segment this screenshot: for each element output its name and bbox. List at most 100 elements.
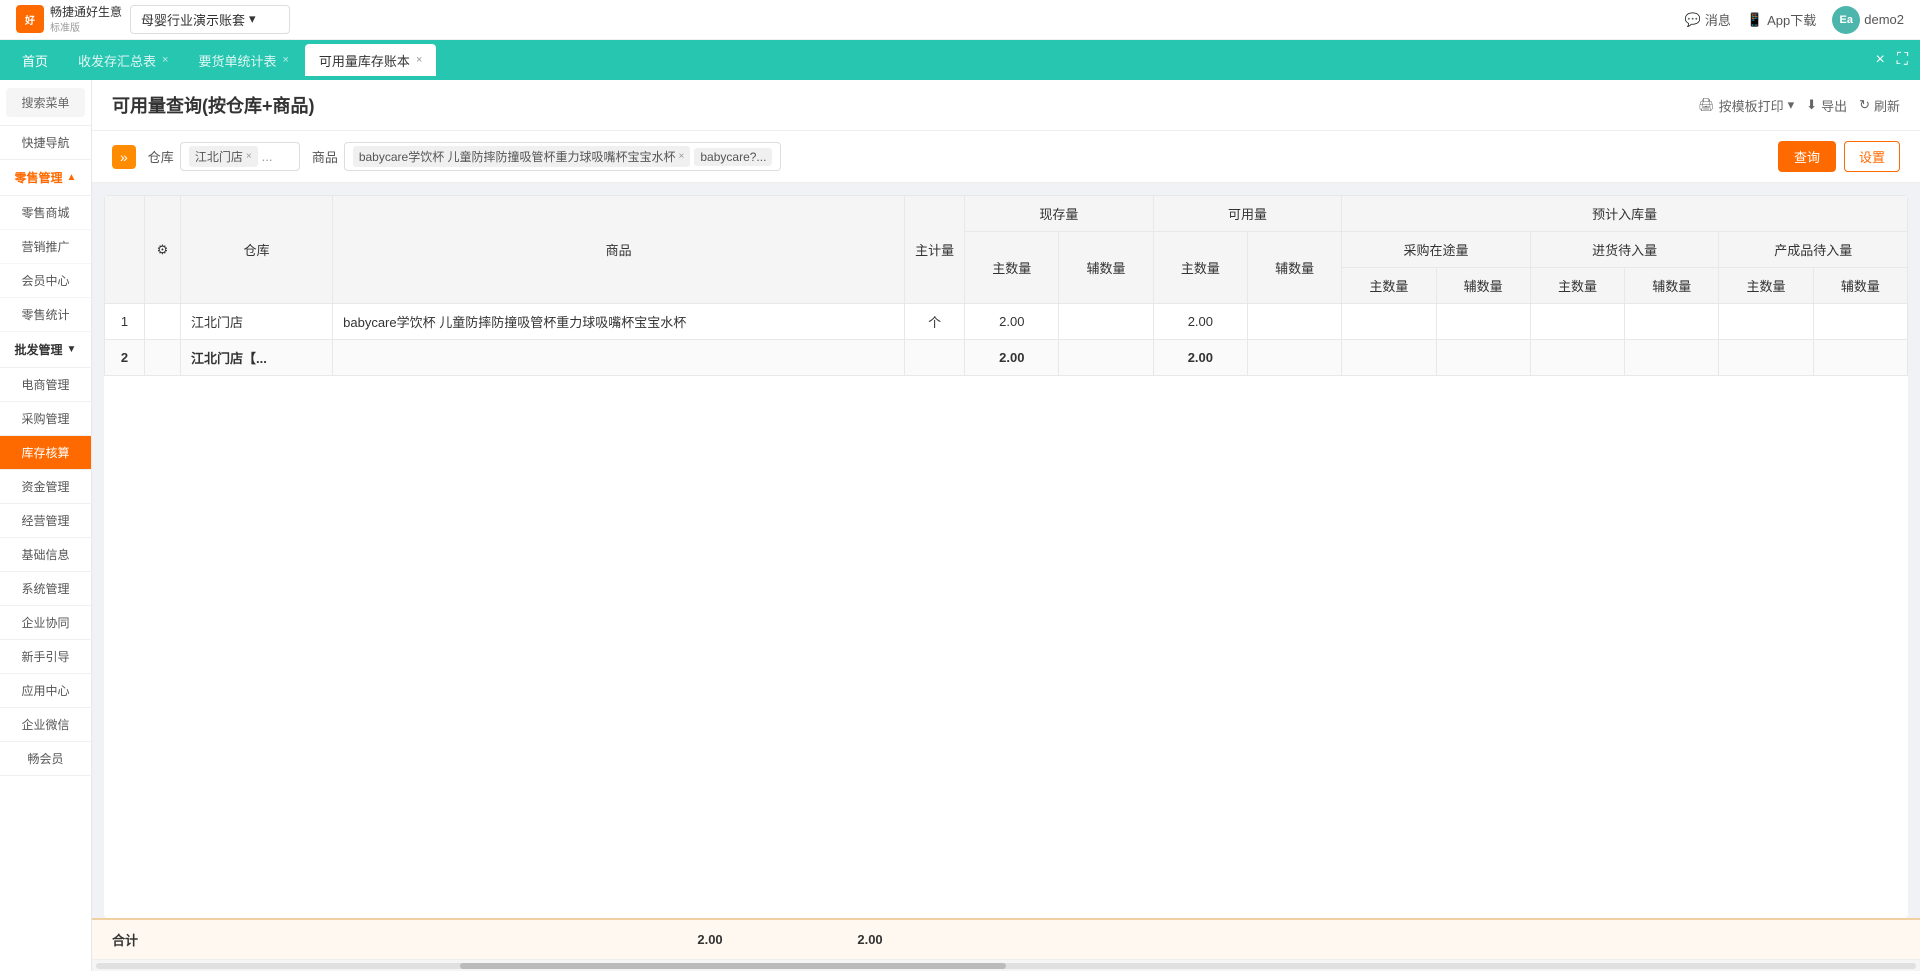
sidebar-item-inventory-check[interactable]: 库存核算 <box>0 436 91 470</box>
app-name: 畅捷通好生意 <box>50 5 122 19</box>
export-icon: ⬇ <box>1806 97 1817 113</box>
search-menu-button[interactable]: 搜索菜单 <box>6 88 85 117</box>
summary-row: 合计 2.00 2.00 <box>92 918 1920 959</box>
filter-toggle-button[interactable]: » <box>112 145 136 169</box>
app-edition: 标准版 <box>50 19 122 34</box>
page-title-row: 可用量查询(按仓库+商品) 🖨 按模板打印 ▾ ⬇ 导出 ↻ 刷新 <box>112 92 1900 118</box>
td-fin-aux <box>1813 304 1907 340</box>
td-unit: 个 <box>905 304 965 340</box>
tab-close-available[interactable]: × <box>416 54 422 66</box>
th-inc-main: 主数量 <box>1530 268 1624 304</box>
th-index <box>105 196 145 304</box>
fullscreen-button[interactable]: ⛶ <box>1893 47 1912 73</box>
inventory-table: ⚙ 仓库 商品 主计量 现存量 可用量 预计入库量 主数量 辅数量 主数量 辅数… <box>104 195 1908 376</box>
table-row: 1 江北门店 babycare学饮杯 儿童防摔防撞吸管杯重力球吸嘴杯宝宝水杯 个… <box>105 304 1908 340</box>
scrollbar-thumb <box>460 963 1006 969</box>
sidebar-item-retail-mall[interactable]: 零售商城 <box>0 196 91 230</box>
td-pur-aux-2 <box>1436 340 1530 376</box>
td-fin-aux-2 <box>1813 340 1907 376</box>
user-profile[interactable]: Ea demo2 <box>1832 6 1904 34</box>
settings-button[interactable]: 设置 <box>1844 141 1900 172</box>
td-avail-main: 2.00 <box>1153 304 1247 340</box>
tab-order[interactable]: 要货单统计表 × <box>184 44 302 76</box>
warehouse-tag-container[interactable]: 江北门店 × ... <box>180 142 300 171</box>
close-window-button[interactable]: × <box>1871 47 1888 73</box>
export-button[interactable]: ⬇ 导出 <box>1806 96 1847 115</box>
bottom-scrollbar[interactable] <box>92 959 1920 971</box>
message-button[interactable]: 💬 消息 <box>1685 10 1731 29</box>
warehouse-ellipsis[interactable]: ... <box>262 149 273 164</box>
th-avail-main: 主数量 <box>1153 232 1247 304</box>
sidebar-search-area: 搜索菜单 <box>0 80 91 126</box>
td-unit-2 <box>905 340 965 376</box>
nav-tabs-right-actions: × ⛶ <box>1871 47 1912 73</box>
sidebar-item-member[interactable]: 畅会员 <box>0 742 91 776</box>
th-fin-main: 主数量 <box>1719 268 1813 304</box>
th-planned-in: 预计入库量 <box>1342 196 1908 232</box>
td-index: 1 <box>105 304 145 340</box>
avatar: Ea <box>1832 6 1860 34</box>
th-purchase-on-way: 采购在途量 <box>1342 232 1531 268</box>
summary-avail-main: 2.00 <box>830 932 910 947</box>
th-fin-aux: 辅数量 <box>1813 268 1907 304</box>
sidebar-item-basic-info[interactable]: 基础信息 <box>0 538 91 572</box>
download-icon: 📱 <box>1747 12 1763 28</box>
sidebar-item-system-mgmt[interactable]: 系统管理 <box>0 572 91 606</box>
sidebar-item-enterprise-wechat[interactable]: 企业微信 <box>0 708 91 742</box>
sidebar-item-purchase-mgmt[interactable]: 采购管理 <box>0 402 91 436</box>
sidebar-item-ecommerce-mgmt[interactable]: 电商管理 <box>0 368 91 402</box>
sidebar-item-app-center[interactable]: 应用中心 <box>0 674 91 708</box>
scrollbar-track <box>96 963 1916 969</box>
app-logo-icon: 好 <box>16 5 44 33</box>
warehouse-tag-remove[interactable]: × <box>246 151 252 162</box>
content-area: 可用量查询(按仓库+商品) 🖨 按模板打印 ▾ ⬇ 导出 ↻ 刷新 <box>92 80 1920 971</box>
sidebar-item-member-center[interactable]: 会员中心 <box>0 264 91 298</box>
sidebar-item-new-guide[interactable]: 新手引导 <box>0 640 91 674</box>
td-pur-aux <box>1436 304 1530 340</box>
th-main-unit: 主计量 <box>905 196 965 304</box>
query-button[interactable]: 查询 <box>1778 141 1836 172</box>
product-tag-container[interactable]: babycare学饮杯 儿童防摔防撞吸管杯重力球吸嘴杯宝宝水杯 × babyca… <box>344 142 782 171</box>
sidebar-item-finance-mgmt[interactable]: 资金管理 <box>0 470 91 504</box>
sidebar-item-marketing[interactable]: 营销推广 <box>0 230 91 264</box>
summary-stock-aux <box>750 932 830 947</box>
tab-home[interactable]: 首页 <box>8 44 62 76</box>
warehouse-filter: 仓库 江北门店 × ... <box>148 142 300 171</box>
refresh-button[interactable]: ↻ 刷新 <box>1859 96 1900 115</box>
th-current-stock: 现存量 <box>965 196 1154 232</box>
product-filter-label: 商品 <box>312 147 338 166</box>
sidebar-item-retail-mgmt[interactable]: 零售管理 ▲ <box>0 160 91 196</box>
td-index-2: 2 <box>105 340 145 376</box>
logo-text-block: 畅捷通好生意 标准版 <box>50 5 122 34</box>
td-product-2 <box>333 340 905 376</box>
tab-close-receive[interactable]: × <box>162 54 168 66</box>
th-available: 可用量 <box>1153 196 1342 232</box>
th-avail-aux: 辅数量 <box>1247 232 1341 304</box>
th-pur-main: 主数量 <box>1342 268 1436 304</box>
td-inc-main <box>1530 304 1624 340</box>
industry-selector[interactable]: 母婴行业演示账套 ▾ <box>130 5 290 34</box>
product-tag1-remove[interactable]: × <box>679 151 685 162</box>
message-icon: 💬 <box>1685 12 1701 28</box>
th-stock-aux: 辅数量 <box>1059 232 1153 304</box>
td-product: babycare学饮杯 儿童防摔防撞吸管杯重力球吸嘴杯宝宝水杯 <box>333 304 905 340</box>
td-pur-main <box>1342 304 1436 340</box>
sidebar-item-quick-nav[interactable]: 快捷导航 <box>0 126 91 160</box>
sidebar-item-wholesale-mgmt[interactable]: 批发管理 ▼ <box>0 332 91 368</box>
app-download-button[interactable]: 📱 App下载 <box>1747 10 1816 29</box>
tab-available[interactable]: 可用量库存账本 × <box>305 44 436 76</box>
summary-stock-main: 2.00 <box>670 932 750 947</box>
sidebar-item-enterprise-collab[interactable]: 企业协同 <box>0 606 91 640</box>
td-avail-aux <box>1247 304 1341 340</box>
print-button[interactable]: 🖨 按模板打印 ▾ <box>1698 96 1794 115</box>
tab-close-order[interactable]: × <box>282 54 288 66</box>
td-avail-main-2: 2.00 <box>1153 340 1247 376</box>
warehouse-filter-label: 仓库 <box>148 147 174 166</box>
warehouse-tag: 江北门店 × <box>189 146 258 167</box>
sidebar-item-operation-mgmt[interactable]: 经营管理 <box>0 504 91 538</box>
sidebar-item-retail-stats[interactable]: 零售统计 <box>0 298 91 332</box>
tab-receive[interactable]: 收发存汇总表 × <box>64 44 182 76</box>
td-warehouse-2: 江北门店【... <box>181 340 333 376</box>
td-settings-2 <box>145 340 181 376</box>
product-filter: 商品 babycare学饮杯 儿童防摔防撞吸管杯重力球吸嘴杯宝宝水杯 × bab… <box>312 142 782 171</box>
